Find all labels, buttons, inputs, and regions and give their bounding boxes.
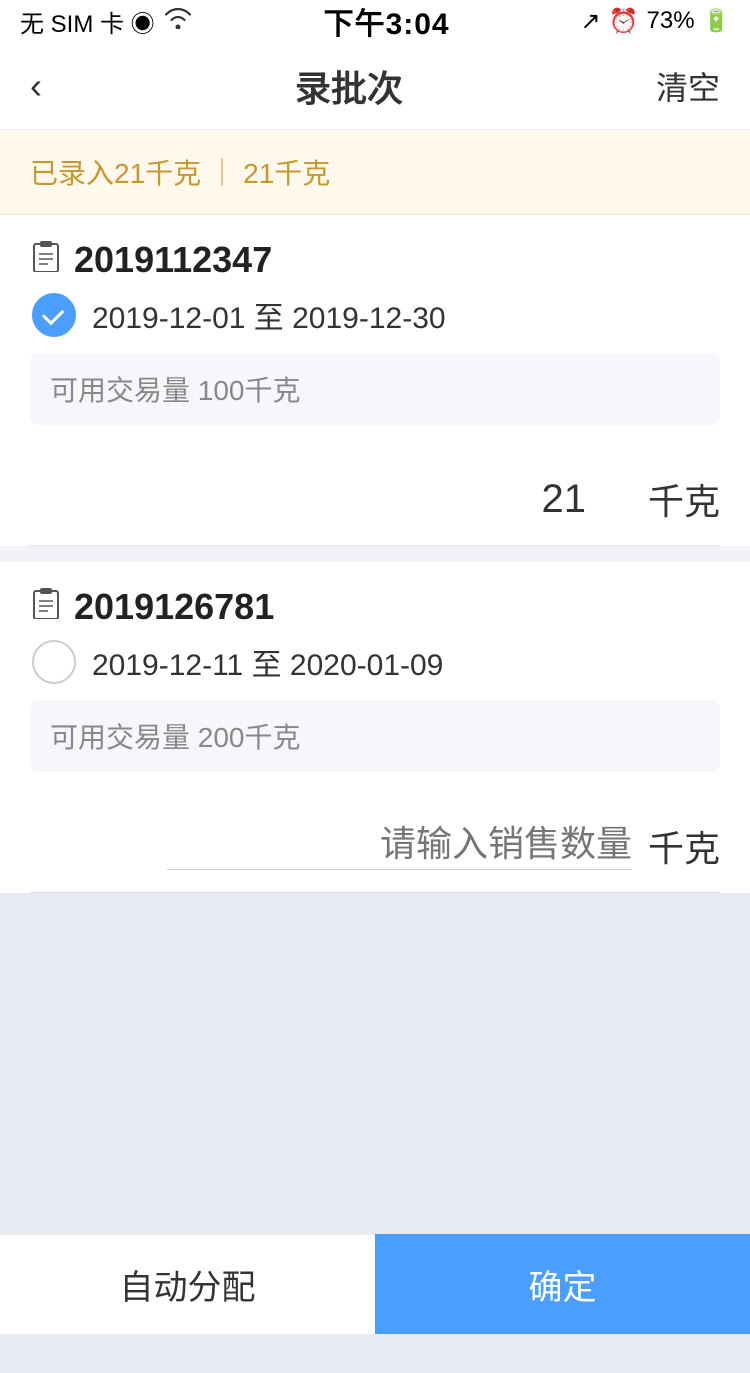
status-right: ↗ ⏰ 73% 🔋 xyxy=(581,7,730,36)
batch-1-quantity-value: 21 xyxy=(541,477,586,522)
batch-2-icon xyxy=(30,587,62,627)
batch-2-avail-box: 可用交易量 200千克 xyxy=(30,700,720,772)
battery-text: 73% xyxy=(647,7,695,35)
nav-bar: ‹ 录批次 清空 xyxy=(0,42,750,130)
alarm-icon: ⏰ xyxy=(609,7,639,36)
location-icon: ↗ xyxy=(581,7,601,36)
item-divider xyxy=(0,546,750,562)
confirm-button[interactable]: 确定 xyxy=(375,1234,750,1334)
batch-1-radio[interactable] xyxy=(32,293,76,337)
wifi-icon xyxy=(163,7,193,36)
batch-1-avail-text: 可用交易量 100千克 xyxy=(50,375,301,406)
summary-recorded-label: 已录入21千克 xyxy=(30,152,201,192)
status-bar: 无 SIM 卡 ◉ 下午3:04 ↗ ⏰ 73% 🔋 xyxy=(0,0,750,42)
batch-2-id: 2019126781 xyxy=(74,586,274,628)
batch-1-date: 2019-12-01 至 2019-12-30 xyxy=(92,293,446,337)
batch-2-avail-text: 可用交易量 200千克 xyxy=(50,722,301,753)
summary-divider xyxy=(221,158,223,186)
batch-1-icon xyxy=(30,240,62,280)
batch-2-quantity-unit: 千克 xyxy=(648,820,720,872)
batch-1-quantity-unit: 千克 xyxy=(648,473,720,525)
summary-bar: 已录入21千克 21千克 xyxy=(0,130,750,215)
batch-1-header: 2019112347 xyxy=(30,239,720,281)
batch-2-quantity-input[interactable] xyxy=(167,823,632,870)
no-sim-text: 无 SIM 卡 ◉ xyxy=(20,4,155,39)
clear-button[interactable]: 清空 xyxy=(656,63,720,109)
batch-2-header: 2019126781 xyxy=(30,586,720,628)
batch-2-date: 2019-12-11 至 2020-01-09 xyxy=(92,640,443,684)
bottom-bar: 自动分配 确定 xyxy=(0,1234,750,1334)
batch-1-avail-box: 可用交易量 100千克 xyxy=(30,353,720,425)
battery-icon: 🔋 xyxy=(703,8,730,34)
batch-1-quantity-row: 21 千克 xyxy=(0,453,750,545)
batch-1-id: 2019112347 xyxy=(74,239,272,281)
status-time: 下午3:04 xyxy=(324,0,450,43)
status-left: 无 SIM 卡 ◉ xyxy=(20,4,193,39)
batch-item-1: 2019112347 2019-12-01 至 2019-12-30 可用交易量… xyxy=(0,215,750,546)
batch-2-date-row: 2019-12-11 至 2020-01-09 xyxy=(30,640,720,684)
batch-2-quantity-row[interactable]: 千克 xyxy=(0,800,750,892)
back-button[interactable]: ‹ xyxy=(30,65,42,107)
page-title: 录批次 xyxy=(295,60,403,112)
batch-item-2: 2019126781 2019-12-11 至 2020-01-09 可用交易量… xyxy=(0,562,750,893)
batch-1-date-row: 2019-12-01 至 2019-12-30 xyxy=(30,293,720,337)
batch-2-radio[interactable] xyxy=(32,640,76,684)
summary-value: 21千克 xyxy=(243,152,330,192)
auto-distribute-button[interactable]: 自动分配 xyxy=(0,1234,375,1334)
